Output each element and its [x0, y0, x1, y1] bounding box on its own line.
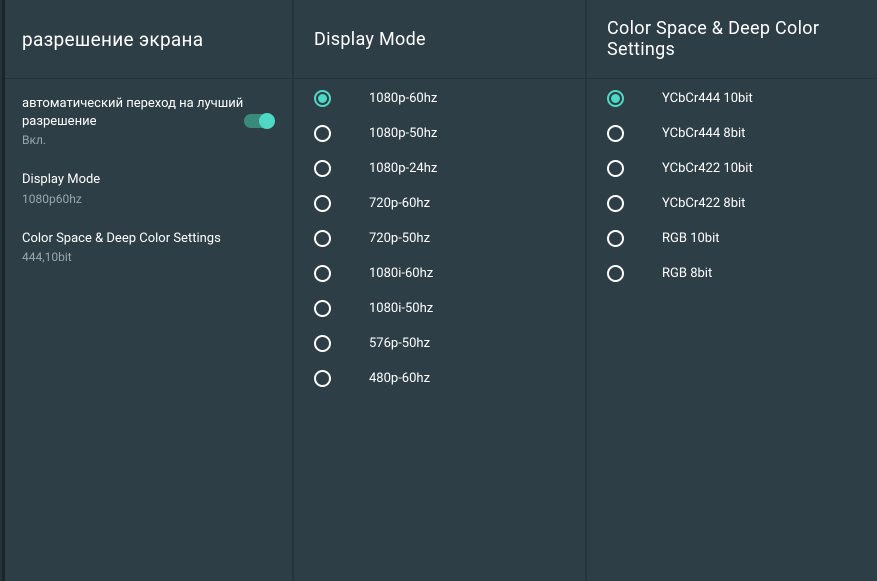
radio-label: 1080i-60hz	[369, 266, 433, 281]
radio-icon	[607, 265, 624, 282]
radio-icon	[607, 160, 624, 177]
display-mode-options: 1080p-60hz 1080p-50hz 1080p-24hz 720p-60hz 7…	[294, 79, 585, 396]
panel-title: разрешение экрана	[2, 0, 292, 78]
setting-text: Color Space & Deep Color Settings 444,10…	[22, 230, 221, 264]
panel-screen-resolution: разрешение экрана автоматический переход…	[0, 0, 292, 581]
radio-label: 1080p-24hz	[369, 161, 437, 176]
radio-label: YCbCr422 10bit	[662, 161, 753, 176]
color-space-option[interactable]: RGB 10bit	[587, 221, 877, 256]
radio-icon	[607, 125, 624, 142]
setting-color-space[interactable]: Color Space & Deep Color Settings 444,10…	[2, 218, 292, 276]
color-space-option[interactable]: RGB 8bit	[587, 256, 877, 291]
radio-icon	[314, 195, 331, 212]
setting-auto-best-resolution[interactable]: автоматический переход на лучший разреше…	[2, 83, 292, 159]
display-mode-option[interactable]: 576p-50hz	[294, 326, 585, 361]
panel-display-mode: Display Mode 1080p-60hz 1080p-50hz 1080p-2…	[292, 0, 585, 581]
display-mode-option[interactable]: 1080i-50hz	[294, 291, 585, 326]
radio-icon	[314, 90, 331, 107]
radio-label: 1080p-50hz	[369, 126, 437, 141]
panel-color-space: Color Space & Deep Color Settings YCbCr4…	[585, 0, 877, 581]
radio-icon	[314, 300, 331, 317]
setting-secondary: 444,10bit	[22, 250, 221, 264]
setting-secondary: 1080p60hz	[22, 192, 100, 206]
setting-primary: Display Mode	[22, 171, 100, 189]
setting-secondary: Вкл.	[22, 133, 244, 147]
setting-text: Display Mode 1080p60hz	[22, 171, 100, 205]
panel-title: Color Space & Deep Color Settings	[587, 0, 877, 78]
radio-label: 576p-50hz	[369, 336, 430, 351]
radio-label: 1080p-60hz	[369, 91, 437, 106]
radio-label: YCbCr444 10bit	[662, 91, 753, 106]
settings-list: автоматический переход на лучший разреше…	[2, 79, 292, 276]
radio-icon	[607, 90, 624, 107]
setting-primary: Color Space & Deep Color Settings	[22, 230, 221, 248]
radio-label: 1080i-50hz	[369, 301, 433, 316]
radio-icon	[314, 125, 331, 142]
radio-label: RGB 10bit	[662, 231, 720, 246]
radio-label: YCbCr422 8bit	[662, 196, 745, 211]
radio-icon	[607, 195, 624, 212]
radio-icon	[314, 230, 331, 247]
toggle-switch[interactable]	[244, 114, 274, 128]
radio-icon	[314, 370, 331, 387]
radio-label: 720p-60hz	[369, 196, 430, 211]
radio-icon	[314, 335, 331, 352]
radio-label: YCbCr444 8bit	[662, 126, 745, 141]
setting-text: автоматический переход на лучший разреше…	[22, 95, 244, 147]
color-space-option[interactable]: YCbCr444 10bit	[587, 81, 877, 116]
setting-display-mode[interactable]: Display Mode 1080p60hz	[2, 159, 292, 217]
display-mode-option[interactable]: 720p-60hz	[294, 186, 585, 221]
display-mode-option[interactable]: 1080i-60hz	[294, 256, 585, 291]
display-mode-option[interactable]: 720p-50hz	[294, 221, 585, 256]
color-space-options: YCbCr444 10bit YCbCr444 8bit YCbCr422 10bi…	[587, 79, 877, 291]
display-mode-option[interactable]: 480p-60hz	[294, 361, 585, 396]
radio-label: 720p-50hz	[369, 231, 430, 246]
panel-title: Display Mode	[294, 0, 585, 78]
radio-icon	[607, 230, 624, 247]
color-space-option[interactable]: YCbCr422 8bit	[587, 186, 877, 221]
radio-icon	[314, 160, 331, 177]
radio-label: RGB 8bit	[662, 266, 712, 281]
radio-icon	[314, 265, 331, 282]
color-space-option[interactable]: YCbCr422 10bit	[587, 151, 877, 186]
radio-label: 480p-60hz	[369, 371, 430, 386]
display-mode-option[interactable]: 1080p-24hz	[294, 151, 585, 186]
color-space-option[interactable]: YCbCr444 8bit	[587, 116, 877, 151]
display-mode-option[interactable]: 1080p-60hz	[294, 81, 585, 116]
setting-primary: автоматический переход на лучший разреше…	[22, 95, 244, 131]
display-mode-option[interactable]: 1080p-50hz	[294, 116, 585, 151]
